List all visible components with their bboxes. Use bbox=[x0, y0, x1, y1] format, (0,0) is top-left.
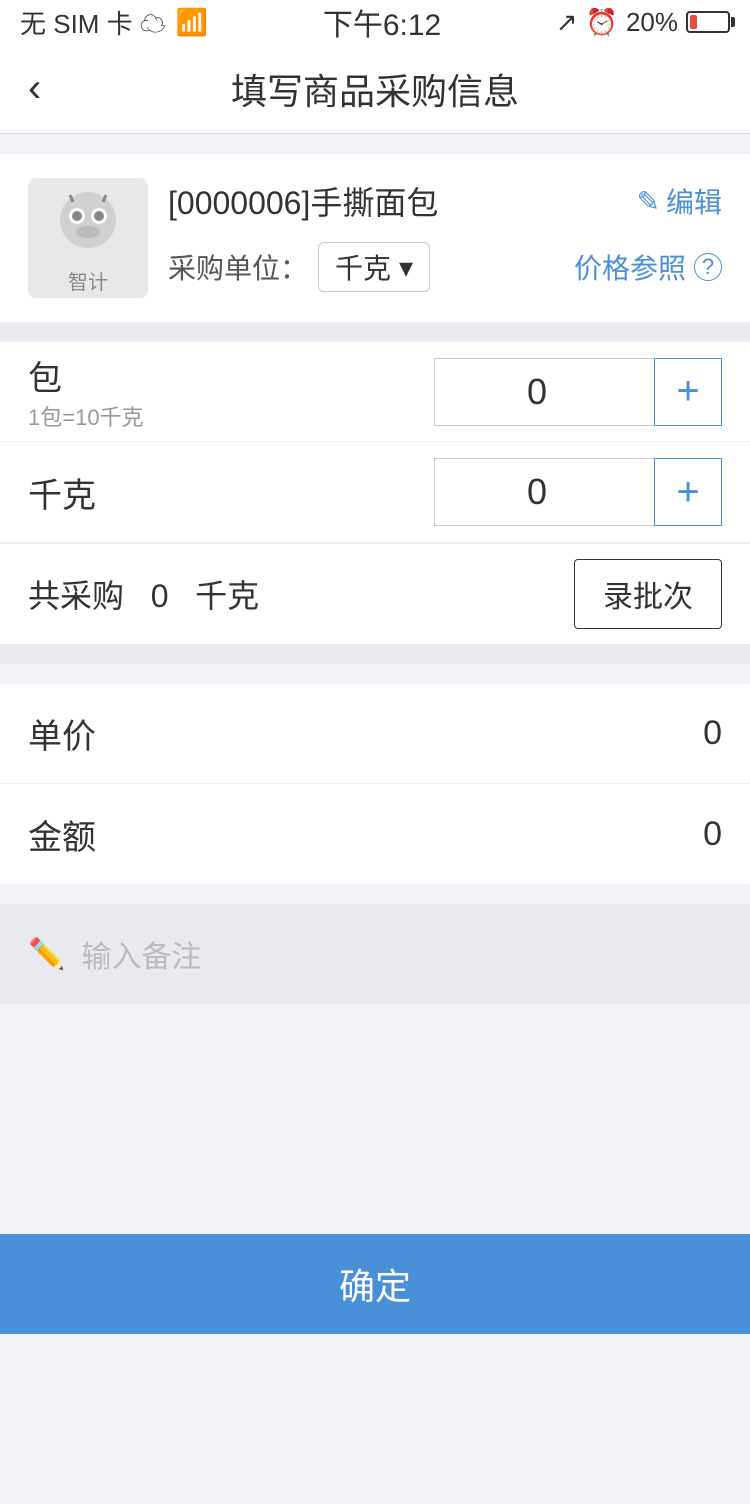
empty-space bbox=[0, 1004, 750, 1404]
divider-2 bbox=[0, 644, 750, 664]
back-button[interactable]: ‹ bbox=[28, 66, 41, 111]
status-bar: 无 SIM 卡 ☁ 📶 下午6:12 ↗ ⏰ 20% bbox=[0, 0, 750, 44]
kg-plus-button[interactable]: + bbox=[654, 458, 722, 526]
summary-row: 共采购 0 千克 录批次 bbox=[0, 544, 750, 644]
edit-button[interactable]: ✎ 编辑 bbox=[637, 181, 722, 221]
unit-price-label: 单价 bbox=[28, 709, 96, 758]
location-icon: ↗ bbox=[556, 7, 578, 38]
kg-input-row: 千克 + bbox=[0, 442, 750, 542]
amount-value: 0 bbox=[703, 815, 722, 854]
unit-value: 千克 bbox=[335, 247, 391, 287]
product-info: [0000006]手撕面包 ✎ 编辑 采购单位： 千克 ▾ 价格参照 ? bbox=[168, 178, 722, 292]
status-bar-time: 下午6:12 bbox=[323, 0, 441, 44]
status-bar-right: ↗ ⏰ 20% bbox=[556, 7, 730, 38]
bag-input-row: 包 1包=10千克 + bbox=[0, 342, 750, 442]
unit-price-value: 0 bbox=[703, 714, 722, 753]
notes-placeholder: 输入备注 bbox=[81, 932, 201, 976]
amount-label: 金额 bbox=[28, 810, 96, 859]
notes-edit-icon: ✏️ bbox=[28, 937, 65, 972]
battery-percent: 20% bbox=[626, 7, 678, 38]
kg-label: 千克 bbox=[28, 468, 96, 517]
price-ref-label: 价格参照 bbox=[574, 247, 686, 287]
confirm-button[interactable]: 确定 bbox=[0, 1234, 750, 1334]
product-card: 智计 [0000006]手撕面包 ✎ 编辑 采购单位： 千克 ▾ bbox=[0, 154, 750, 322]
product-thumbnail: 智计 bbox=[48, 182, 128, 295]
bag-sublabel: 1包=10千克 bbox=[28, 400, 144, 432]
alarm-icon: ⏰ bbox=[586, 7, 618, 38]
status-bar-left: 无 SIM 卡 ☁ 📶 bbox=[20, 4, 208, 41]
nav-bar: ‹ 填写商品采购信息 bbox=[0, 44, 750, 134]
battery-icon bbox=[686, 11, 730, 33]
product-image: 智计 bbox=[28, 178, 148, 298]
bag-quantity-input[interactable] bbox=[434, 358, 654, 426]
sim-status: 无 SIM 卡 ☁ bbox=[20, 4, 166, 41]
page-title: 填写商品采购信息 bbox=[231, 63, 519, 115]
unit-price-row: 单价 0 bbox=[0, 684, 750, 784]
product-name: [0000006]手撕面包 bbox=[168, 178, 438, 224]
unit-dropdown-icon: ▾ bbox=[399, 251, 413, 284]
bag-plus-button[interactable]: + bbox=[654, 358, 722, 426]
price-ref-button[interactable]: 价格参照 ? bbox=[574, 247, 722, 287]
amount-row: 金额 0 bbox=[0, 784, 750, 884]
price-ref-help-icon: ? bbox=[694, 253, 722, 281]
wifi-icon: 📶 bbox=[176, 7, 208, 38]
price-section: 单价 0 金额 0 bbox=[0, 684, 750, 884]
input-section: 包 1包=10千克 + 千克 + 共采购 0 千克 bbox=[0, 342, 750, 644]
unit-label: 采购单位： bbox=[168, 247, 308, 287]
divider-1 bbox=[0, 322, 750, 342]
edit-icon: ✎ bbox=[637, 185, 660, 218]
bag-label-container: 包 1包=10千克 bbox=[28, 351, 144, 432]
batch-button[interactable]: 录批次 bbox=[574, 559, 722, 629]
summary-text: 共采购 0 千克 bbox=[28, 571, 259, 617]
kg-quantity-input[interactable] bbox=[434, 458, 654, 526]
unit-selector[interactable]: 千克 ▾ bbox=[318, 242, 430, 292]
back-icon[interactable]: ‹ bbox=[28, 66, 41, 111]
notes-section[interactable]: ✏️ 输入备注 bbox=[0, 904, 750, 1004]
bag-label: 包 bbox=[28, 351, 144, 400]
